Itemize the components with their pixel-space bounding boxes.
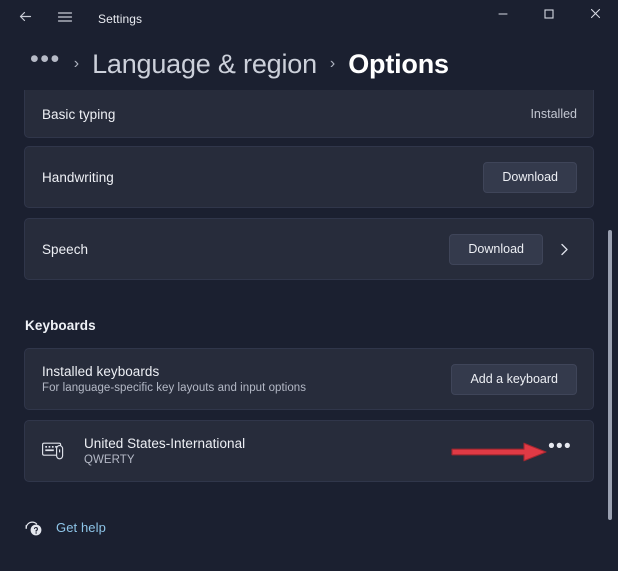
row-basic-typing[interactable]: Basic typing Installed	[24, 90, 594, 138]
window-title: Settings	[98, 12, 143, 26]
hamburger-menu-icon	[57, 10, 73, 29]
handwriting-label: Handwriting	[42, 169, 114, 185]
installed-keyboards-label: Installed keyboards	[42, 364, 160, 379]
title-bar: Settings	[0, 0, 618, 38]
speech-label: Speech	[42, 241, 89, 257]
maximize-icon	[543, 7, 555, 25]
page-title: Options	[348, 48, 449, 79]
help-question-icon	[22, 516, 44, 538]
breadcrumb-separator-2: ›	[329, 55, 336, 72]
keyboard-layout-icon	[39, 438, 69, 464]
keyboard-layout-name: United States-International	[84, 436, 246, 451]
row-handwriting[interactable]: Handwriting Download	[24, 146, 594, 208]
back-arrow-icon	[17, 8, 34, 30]
maximize-button[interactable]	[526, 0, 572, 32]
close-icon	[589, 7, 602, 25]
keyboard-layout-more-options-button[interactable]: •••	[545, 437, 575, 465]
navigation-menu-button[interactable]	[48, 4, 82, 34]
basic-typing-status: Installed	[530, 107, 577, 121]
window-controls	[480, 0, 618, 38]
close-button[interactable]	[572, 0, 618, 32]
scrollbar-thumb[interactable]	[608, 230, 612, 520]
row-installed-keyboards[interactable]: Installed keyboards For language-specifi…	[24, 348, 594, 410]
row-speech[interactable]: Speech Download	[24, 218, 594, 280]
keyboard-layout-type: QWERTY	[84, 454, 135, 466]
installed-keyboards-text-block: Installed keyboards For language-specifi…	[42, 364, 306, 394]
basic-typing-label: Basic typing	[42, 106, 116, 122]
chevron-right-icon[interactable]	[551, 242, 577, 257]
get-help-label: Get help	[56, 519, 106, 535]
handwriting-download-button[interactable]: Download	[483, 161, 577, 193]
keyboard-layout-text-block: United States-International QWERTY	[84, 436, 245, 466]
breadcrumb-separator-1: ›	[73, 55, 80, 72]
speech-download-button[interactable]: Download	[449, 233, 543, 265]
minimize-icon	[497, 7, 509, 25]
breadcrumb-link-language-region[interactable]: Language & region	[92, 49, 317, 80]
minimize-button[interactable]	[480, 0, 526, 32]
vertical-scrollbar[interactable]	[602, 90, 616, 571]
settings-scroll-area[interactable]: Basic typing Installed Handwriting Downl…	[0, 90, 618, 571]
back-button[interactable]	[8, 4, 42, 34]
breadcrumb-overflow-button[interactable]: •••	[30, 47, 61, 74]
get-help-link[interactable]: Get help	[22, 516, 106, 538]
row-keyboard-layout[interactable]: United States-International QWERTY •••	[24, 420, 594, 482]
keyboards-section-header: Keyboards	[25, 318, 96, 333]
add-a-keyboard-button[interactable]: Add a keyboard	[451, 363, 577, 395]
breadcrumb: ••• › Language & region › Options	[0, 38, 618, 90]
installed-keyboards-description: For language-specific key layouts and in…	[42, 382, 307, 394]
